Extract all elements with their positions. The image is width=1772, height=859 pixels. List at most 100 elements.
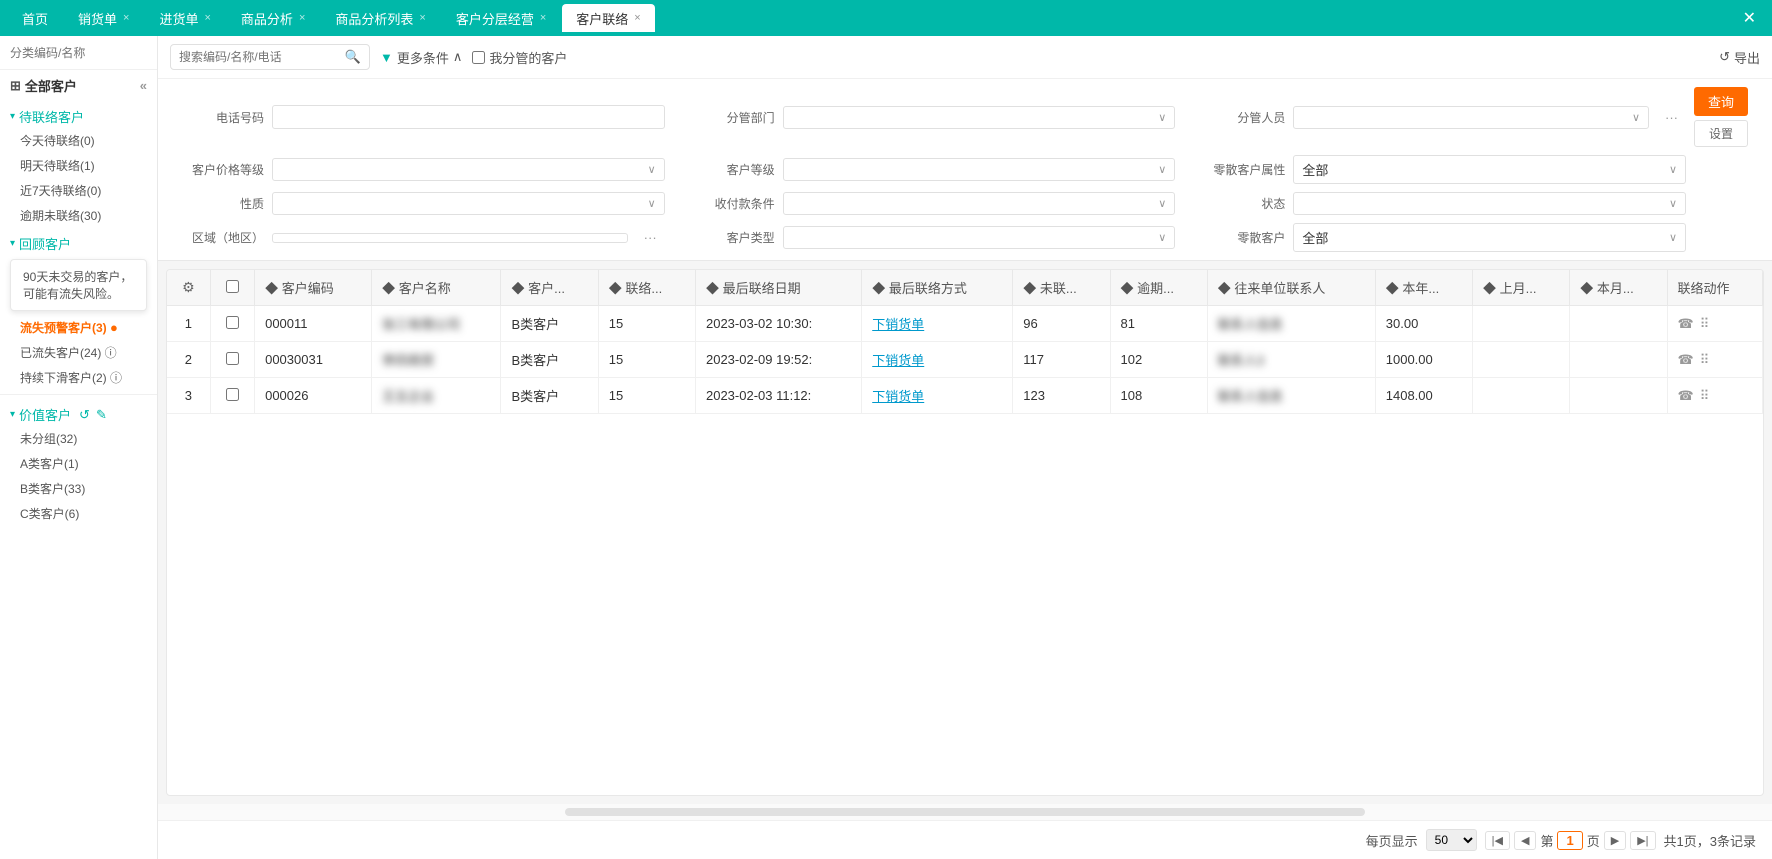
row3-method-link[interactable]: 下销货单 <box>872 389 924 404</box>
nature-field: 性质 ∨ <box>174 192 665 215</box>
tab-homepage[interactable]: 首页 <box>8 4 62 32</box>
gear-icon[interactable]: ⚙ <box>182 279 195 295</box>
region-label: 区域（地区） <box>174 229 264 246</box>
row1-select[interactable] <box>226 316 239 329</box>
sidebar-item-c-class[interactable]: C类客户(6) <box>0 501 157 526</box>
row3-action-contact[interactable]: ☎ <box>1678 388 1694 404</box>
sidebar-collapse-btn[interactable]: « <box>140 78 147 93</box>
col-customer-name: ◆ 客户名称 <box>372 270 501 306</box>
row1-code: 000011 <box>255 306 372 342</box>
row3-select[interactable] <box>226 388 239 401</box>
row1-method-link[interactable]: 下销货单 <box>872 317 924 332</box>
next-page-btn[interactable]: ▶ <box>1604 831 1626 850</box>
row2-action-contact[interactable]: ☎ <box>1678 352 1694 368</box>
sidebar-group-review[interactable]: ▾ 回顾客户 <box>0 228 157 255</box>
row3-type: B类客户 <box>501 378 598 414</box>
sidebar-item-today-pending[interactable]: 今天待联络(0) <box>0 128 157 153</box>
dept-select[interactable]: ∨ <box>783 106 1176 129</box>
sidebar-item-7day-pending[interactable]: 近7天待联络(0) <box>0 178 157 203</box>
phone-input[interactable] <box>272 105 665 129</box>
filter-row-3: 性质 ∨ 收付款条件 ∨ 状态 ∨ <box>174 192 1756 215</box>
row2-not-contacted: 117 <box>1013 342 1110 378</box>
col-last-date: ◆ 最后联络日期 <box>695 270 861 306</box>
nature-select[interactable]: ∨ <box>272 192 665 215</box>
grade-select[interactable]: ∨ <box>783 158 1176 181</box>
tab-product-analysis-list-close[interactable]: × <box>419 12 425 24</box>
sidebar-item-declining[interactable]: 持续下滑客户(2) ⓘ <box>0 365 157 390</box>
row2-select[interactable] <box>226 352 239 365</box>
payment-select[interactable]: ∨ <box>783 192 1176 215</box>
my-customers-checkbox[interactable] <box>472 51 485 64</box>
global-close-btn[interactable]: ✕ <box>1735 4 1764 32</box>
sidebar-item-churn-warning[interactable]: 流失预警客户(3) ● <box>0 315 157 340</box>
region-select[interactable] <box>272 233 628 243</box>
row2-last-date: 2023-02-09 19:52: <box>695 342 861 378</box>
row2-action-more[interactable]: ⠿ <box>1700 352 1710 368</box>
row2-method-link[interactable]: 下销货单 <box>872 353 924 368</box>
row3-contact-count: 15 <box>598 378 695 414</box>
tab-sales[interactable]: 销货单 × <box>64 4 143 32</box>
horizontal-scrollbar[interactable] <box>565 808 1365 816</box>
sidebar-item-ungrouped[interactable]: 未分组(32) <box>0 426 157 451</box>
customer-type-select[interactable]: ∨ <box>783 226 1176 249</box>
value-group-refresh[interactable]: ↺ <box>79 407 90 423</box>
sidebar-all-customers[interactable]: ⊞ 全部客户 « <box>0 70 157 101</box>
settings-btn[interactable]: 设置 <box>1694 120 1748 147</box>
tab-customer-segment[interactable]: 客户分层经营 × <box>442 4 560 32</box>
per-page-label: 每页显示 <box>1366 831 1418 850</box>
tab-sales-label: 销货单 <box>78 9 117 28</box>
sidebar-group-pending[interactable]: ▾ 待联络客户 <box>0 101 157 128</box>
export-btn[interactable]: ↺ 导出 <box>1719 48 1760 67</box>
value-group-edit[interactable]: ✎ <box>96 407 107 423</box>
payment-field: 收付款条件 ∨ <box>685 192 1176 215</box>
sidebar-group-value[interactable]: ▾ 价值客户 ↺ ✎ <box>0 399 157 426</box>
row1-type: B类客户 <box>501 306 598 342</box>
tab-product-analysis-close[interactable]: × <box>299 12 305 24</box>
last-page-btn[interactable]: ▶| <box>1630 831 1655 850</box>
main-search-icon[interactable]: 🔍 <box>345 49 361 65</box>
per-page-select[interactable]: 50 100 200 <box>1426 829 1477 851</box>
row1-name: 张三有限公司 <box>372 306 501 342</box>
col-contact-count: ◆ 联络... <box>598 270 695 306</box>
tab-customer-segment-close[interactable]: × <box>540 12 546 24</box>
sidebar-item-a-class[interactable]: A类客户(1) <box>0 451 157 476</box>
first-page-btn[interactable]: |◀ <box>1485 831 1510 850</box>
filter-row-2: 客户价格等级 ∨ 客户等级 ∨ 零散客户属性 全部 ∨ <box>174 155 1756 184</box>
person-select[interactable]: ∨ <box>1293 106 1649 129</box>
value-group-arrow: ▾ <box>10 409 15 420</box>
row1-action-contact[interactable]: ☎ <box>1678 316 1694 332</box>
sidebar-item-tomorrow-pending[interactable]: 明天待联络(1) <box>0 153 157 178</box>
zero-customer-select[interactable]: 全部 ∨ <box>1293 223 1686 252</box>
main-search-input[interactable] <box>179 50 339 64</box>
tab-product-analysis-list[interactable]: 商品分析列表 × <box>321 4 439 32</box>
row1-this-month <box>1570 306 1667 342</box>
tab-customer-contact[interactable]: 客户联络 × <box>562 4 654 32</box>
tab-homepage-label: 首页 <box>22 9 48 28</box>
horizontal-scrollbar-area <box>158 804 1772 820</box>
tab-purchase-close[interactable]: × <box>204 12 210 24</box>
person-dots[interactable]: ··· <box>1657 110 1686 125</box>
tab-customer-contact-close[interactable]: × <box>634 12 640 24</box>
more-conditions-btn[interactable]: ▼ 更多条件 ∧ <box>380 48 462 67</box>
tab-product-analysis[interactable]: 商品分析 × <box>227 4 319 32</box>
prev-page-btn[interactable]: ◀ <box>1514 831 1536 850</box>
row1-actions: ☎ ⠿ <box>1667 306 1762 342</box>
row2-type: B类客户 <box>501 342 598 378</box>
row2-last-month <box>1473 342 1570 378</box>
sidebar-item-b-class[interactable]: B类客户(33) <box>0 476 157 501</box>
status-select[interactable]: ∨ <box>1293 192 1686 215</box>
sidebar-search-input[interactable] <box>10 46 158 60</box>
row1-action-more[interactable]: ⠿ <box>1700 316 1710 332</box>
select-all-checkbox[interactable] <box>226 280 239 293</box>
tab-sales-close[interactable]: × <box>123 12 129 24</box>
zero-attr-select[interactable]: 全部 ∨ <box>1293 155 1686 184</box>
phone-field: 电话号码 <box>174 105 665 129</box>
row3-action-more[interactable]: ⠿ <box>1700 388 1710 404</box>
sidebar-item-overdue-pending[interactable]: 逾期未联络(30) <box>0 203 157 228</box>
row2-contact-person: 联系人3 <box>1207 342 1375 378</box>
tab-purchase[interactable]: 进货单 × <box>145 4 224 32</box>
region-dots[interactable]: ··· <box>636 230 665 245</box>
query-btn[interactable]: 查询 <box>1694 87 1748 116</box>
sidebar-item-churned[interactable]: 已流失客户(24) ⓘ <box>0 340 157 365</box>
price-grade-select[interactable]: ∨ <box>272 158 665 181</box>
